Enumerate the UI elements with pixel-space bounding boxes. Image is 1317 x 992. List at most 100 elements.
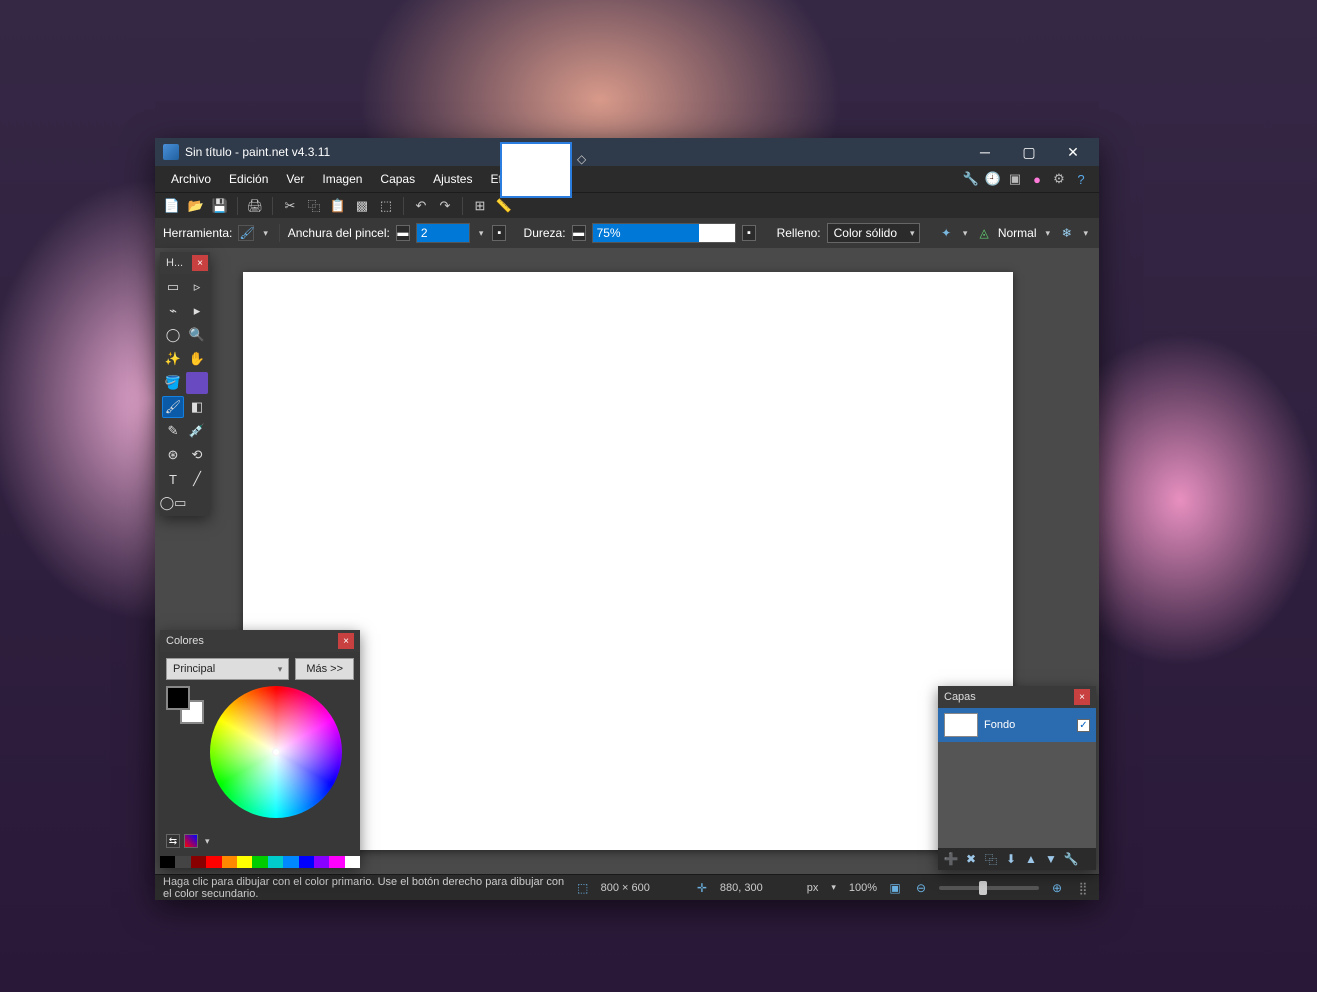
resize-grip-icon[interactable]: ⣿ (1075, 880, 1091, 896)
alpha-icon[interactable]: ❄ (1059, 224, 1074, 242)
tool-clone-stamp[interactable]: ⊛ (162, 444, 184, 466)
color-wheel[interactable] (210, 686, 342, 818)
tool-shapes[interactable]: ◯▭ (162, 492, 184, 514)
grid-icon[interactable]: ⊞ (471, 197, 489, 215)
palette-chevron[interactable]: ▾ (202, 836, 213, 847)
merge-down-icon[interactable]: ⬇ (1002, 850, 1020, 868)
tools-panel-close[interactable]: × (192, 255, 208, 271)
ruler-icon[interactable]: 📏 (495, 197, 513, 215)
palette-swatch[interactable] (222, 856, 237, 868)
layers-panel[interactable]: Capas × Fondo ✓ ➕ ✖ ⿻ ⬇ ▲ ▼ 🔧 (938, 686, 1096, 870)
tool-gradient[interactable] (186, 372, 208, 394)
antialias-icon[interactable]: ✦ (938, 224, 953, 242)
brush-width-input[interactable] (416, 223, 470, 243)
menu-archivo[interactable]: Archivo (163, 168, 219, 190)
brush-width-chevron[interactable]: ▾ (476, 228, 487, 239)
palette-strip[interactable] (160, 856, 360, 868)
palette-swatch[interactable] (175, 856, 190, 868)
menu-ver[interactable]: Ver (278, 168, 312, 190)
palette-swatch[interactable] (329, 856, 344, 868)
open-file-icon[interactable]: 📂 (187, 197, 205, 215)
layers-window-icon[interactable]: ▣ (1005, 169, 1025, 189)
unit-chevron[interactable]: ▾ (828, 882, 839, 893)
close-button[interactable]: ✕ (1051, 138, 1095, 166)
add-layer-icon[interactable]: ➕ (942, 850, 960, 868)
tool-color-picker[interactable]: 💉 (186, 420, 208, 442)
tool-eraser[interactable]: ◧ (186, 396, 208, 418)
move-up-icon[interactable]: ▲ (1022, 850, 1040, 868)
tool-pan[interactable]: ✋ (186, 348, 208, 370)
tool-recolor[interactable]: ⟲ (186, 444, 208, 466)
palette-swatch[interactable] (299, 856, 314, 868)
palette-swatch[interactable] (252, 856, 267, 868)
paste-icon[interactable]: 📋 (329, 197, 347, 215)
brush-width-increase[interactable]: ▪ (492, 225, 506, 241)
menu-ajustes[interactable]: Ajustes (425, 168, 480, 190)
cut-icon[interactable]: ✂ (281, 197, 299, 215)
history-window-icon[interactable]: 🕘 (983, 169, 1003, 189)
palette-swatch[interactable] (191, 856, 206, 868)
crop-icon[interactable]: ▩ (353, 197, 371, 215)
hardness-increase[interactable]: ▪ (742, 225, 756, 241)
pin-icon[interactable]: ◇ (577, 152, 586, 166)
menu-edicion[interactable]: Edición (221, 168, 276, 190)
palette-swatch[interactable] (314, 856, 329, 868)
colors-panel[interactable]: Colores × Principal Más >> ⇆ ▾ (160, 630, 360, 868)
layers-panel-close[interactable]: × (1074, 689, 1090, 705)
tool-move-selected[interactable]: ▸ (186, 300, 208, 322)
color-target-select[interactable]: Principal (166, 658, 289, 680)
tool-zoom[interactable]: 🔍 (186, 324, 208, 346)
palette-menu-icon[interactable] (184, 834, 198, 848)
minimize-button[interactable]: ─ (963, 138, 1007, 166)
tool-icon[interactable]: 🖌 (238, 225, 254, 241)
palette-swatch[interactable] (345, 856, 360, 868)
tool-paintbrush[interactable]: 🖌 (162, 396, 184, 418)
tool-dropdown[interactable]: ▾ (260, 228, 271, 239)
menu-imagen[interactable]: Imagen (314, 168, 370, 190)
alpha-chevron[interactable]: ▾ (1080, 228, 1091, 239)
hardness-slider[interactable]: 75% (592, 223, 736, 243)
menu-capas[interactable]: Capas (372, 168, 423, 190)
copy-icon[interactable]: ⿻ (305, 197, 323, 215)
palette-swatch[interactable] (160, 856, 175, 868)
new-file-icon[interactable]: 📄 (163, 197, 181, 215)
deselect-icon[interactable]: ⬚ (377, 197, 395, 215)
fill-dropdown[interactable]: Color sólido (827, 223, 920, 243)
print-icon[interactable]: 🖨 (246, 197, 264, 215)
move-down-icon[interactable]: ▼ (1042, 850, 1060, 868)
zoom-slider[interactable] (939, 886, 1039, 890)
tools-window-icon[interactable]: 🔧 (961, 169, 981, 189)
swap-colors-icon[interactable]: ⇆ (166, 834, 180, 848)
settings-icon[interactable]: ⚙ (1049, 169, 1069, 189)
blend-chevron[interactable]: ▾ (1042, 228, 1053, 239)
colors-window-icon[interactable]: ● (1027, 169, 1047, 189)
tool-lasso[interactable]: ⌁ (162, 300, 184, 322)
delete-layer-icon[interactable]: ✖ (962, 850, 980, 868)
more-colors-button[interactable]: Más >> (295, 658, 354, 680)
colors-panel-close[interactable]: × (338, 633, 354, 649)
palette-swatch[interactable] (206, 856, 221, 868)
tool-pencil[interactable]: ✎ (162, 420, 184, 442)
layer-row[interactable]: Fondo ✓ (938, 708, 1096, 742)
tool-rectangle-select[interactable]: ▭ (162, 276, 184, 298)
help-icon[interactable]: ? (1071, 169, 1091, 189)
tool-move-selection[interactable]: ▹ (186, 276, 208, 298)
save-file-icon[interactable]: 💾 (211, 197, 229, 215)
title-bar[interactable]: Sin título - paint.net v4.3.11 ─ ▢ ✕ (155, 138, 1099, 166)
tool-paint-bucket[interactable]: 🪣 (162, 372, 184, 394)
document-thumbnail[interactable] (500, 142, 572, 198)
tools-panel[interactable]: H... × ▭ ▹ ⌁ ▸ ◯ 🔍 ✨ ✋ 🪣 🖌 ◧ ✎ 💉 ⊛ ⟲ T ╱… (160, 252, 210, 516)
layer-properties-icon[interactable]: 🔧 (1062, 850, 1080, 868)
redo-icon[interactable]: ↷ (436, 197, 454, 215)
antialias-chevron[interactable]: ▾ (960, 228, 971, 239)
palette-swatch[interactable] (283, 856, 298, 868)
swatch-stack[interactable] (166, 686, 204, 724)
unit-label[interactable]: px (807, 882, 819, 894)
tool-ellipse-select[interactable]: ◯ (162, 324, 184, 346)
maximize-button[interactable]: ▢ (1007, 138, 1051, 166)
palette-swatch[interactable] (268, 856, 283, 868)
blend-icon[interactable]: ◬ (976, 224, 991, 242)
window-fit-icon[interactable]: ▣ (887, 880, 903, 896)
tool-line[interactable]: ╱ (186, 468, 208, 490)
wheel-cursor[interactable] (272, 748, 280, 756)
